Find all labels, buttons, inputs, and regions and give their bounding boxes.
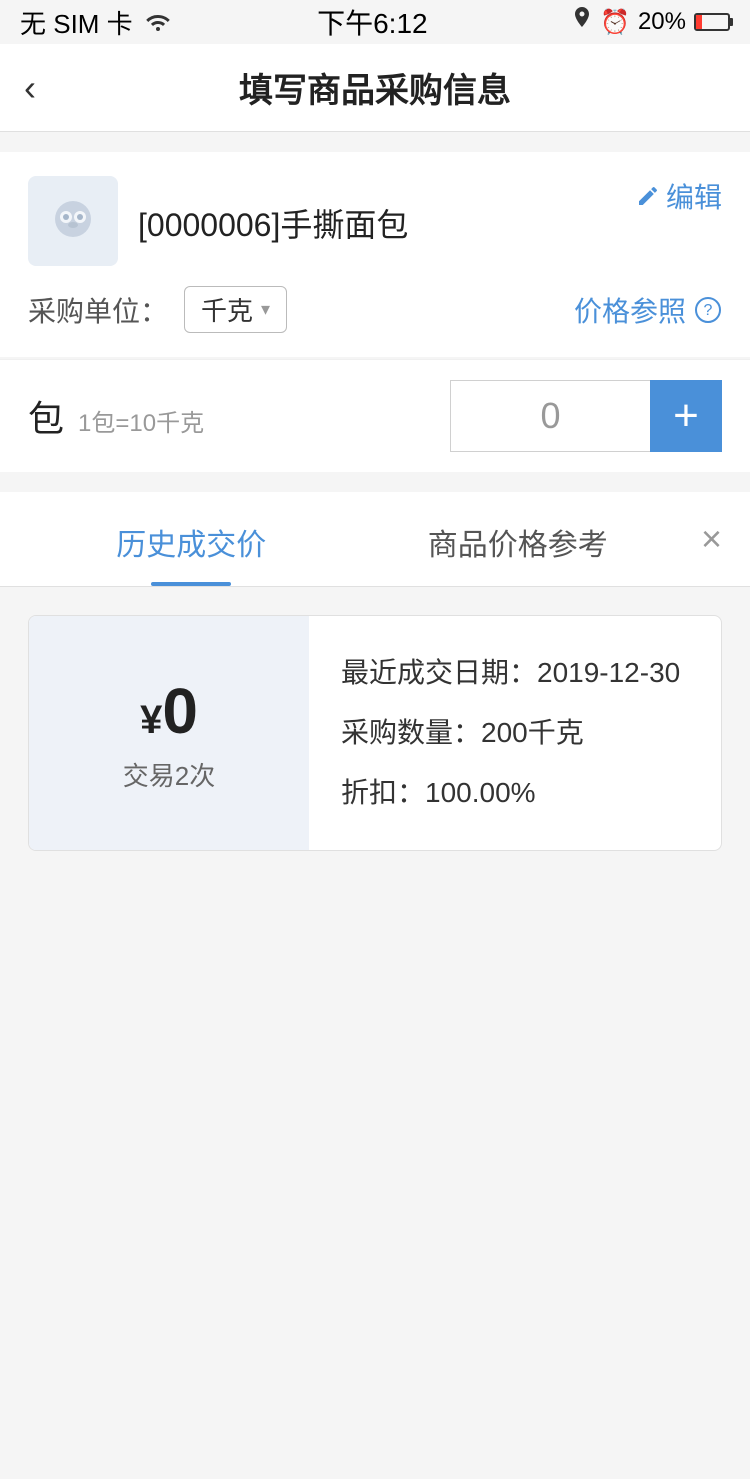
quantity-plus-button[interactable]: +: [650, 380, 722, 452]
nav-bar: ‹ 填写商品采购信息: [0, 44, 750, 132]
tab-price-reference[interactable]: 商品价格参考: [354, 492, 680, 586]
discount-row: 折扣：100.00%: [341, 772, 689, 814]
status-left: 无 SIM 卡: [20, 4, 173, 41]
product-card: [0000006]手撕面包 编辑 采购单位： 千克 ▾ 价格参照 ?: [0, 152, 750, 357]
qty-note: 1包=10千克: [78, 403, 204, 438]
unit-label: 采购单位：: [28, 290, 168, 330]
price-card: ¥0 交易2次 最近成交日期：2019-12-30 采购数量：200千克 折扣：…: [28, 615, 722, 851]
dropdown-arrow-icon: ▾: [261, 299, 270, 320]
quantity-input-area: +: [450, 380, 722, 452]
product-left: [0000006]手撕面包: [28, 176, 408, 266]
status-right: ⏰ 20%: [572, 7, 730, 38]
price-amount: ¥0: [140, 674, 198, 748]
back-button[interactable]: ‹: [24, 67, 36, 109]
time-label: 下午6:12: [317, 2, 428, 42]
price-transactions: 交易2次: [123, 756, 215, 793]
unit-selector[interactable]: 千克 ▾: [184, 286, 287, 333]
tabs-close-button[interactable]: ×: [681, 498, 722, 580]
battery-icon: [694, 13, 730, 31]
price-ref-label: 价格参照: [574, 290, 686, 330]
svg-text:?: ?: [704, 302, 713, 319]
status-bar: 无 SIM 卡 下午6:12 ⏰ 20%: [0, 0, 750, 44]
product-header: [0000006]手撕面包 编辑: [28, 176, 722, 266]
quantity-input[interactable]: [450, 380, 650, 452]
product-unit-row: 采购单位： 千克 ▾ 价格参照 ?: [28, 286, 722, 333]
currency-symbol: ¥: [140, 698, 162, 742]
product-name: [0000006]手撕面包: [138, 200, 408, 246]
edit-button[interactable]: 编辑: [636, 176, 722, 216]
wifi-icon: [143, 7, 173, 38]
price-card-left: ¥0 交易2次: [29, 616, 309, 850]
unit-value: 千克: [201, 291, 253, 328]
purchase-quantity-row: 采购数量：200千克: [341, 712, 689, 754]
alarm-icon: ⏰: [600, 8, 630, 37]
tab-history-price[interactable]: 历史成交价: [28, 492, 354, 586]
price-card-right: 最近成交日期：2019-12-30 采购数量：200千克 折扣：100.00%: [309, 616, 721, 850]
quantity-section: 包 1包=10千克 +: [0, 359, 750, 472]
tabs-bar: 历史成交价 商品价格参考 ×: [0, 492, 750, 587]
unit-left: 采购单位： 千克 ▾: [28, 286, 287, 333]
price-card-container: ¥0 交易2次 最近成交日期：2019-12-30 采购数量：200千克 折扣：…: [0, 587, 750, 879]
quantity-label: 包 1包=10千克: [28, 390, 204, 442]
price-reference-button[interactable]: 价格参照 ?: [574, 290, 722, 330]
bottom-space: [0, 879, 750, 1479]
page-title: 填写商品采购信息: [239, 63, 511, 112]
location-icon: [572, 7, 592, 38]
qty-unit-label: 包: [28, 390, 64, 442]
carrier-label: 无 SIM 卡: [20, 4, 133, 41]
price-value: 0: [162, 675, 198, 747]
product-logo: [28, 176, 118, 266]
battery-percent: 20%: [638, 8, 686, 36]
last-date-row: 最近成交日期：2019-12-30: [341, 652, 689, 694]
